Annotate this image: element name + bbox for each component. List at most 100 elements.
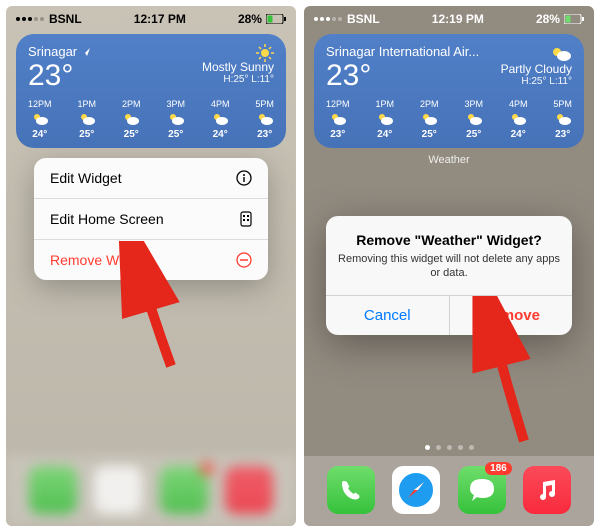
hour-time: 12PM [326,99,350,109]
widget-name-label: Weather [304,154,594,166]
signal-icon [314,17,342,21]
battery-status: 28% [536,12,584,26]
hour-column: 4PM 24° [509,99,528,140]
location-arrow-icon [81,47,91,57]
dialog-title: Remove "Weather" Widget? [338,232,560,248]
music-icon [534,477,560,503]
safari-app[interactable] [94,466,142,514]
weather-widget[interactable]: Srinagar International Air... 23° Partly… [314,34,584,148]
phone-icon [338,477,364,503]
info-icon [236,170,252,186]
edit-widget-item[interactable]: Edit Widget [34,158,268,199]
temperature: 23° [326,61,479,91]
hour-time: 5PM [553,99,572,109]
menu-label: Remove Widget [50,252,150,268]
hourly-forecast: 12PM 24° 1PM 25° 2PM 25° 3PM 25° 4PM 24° 5PM 23° [28,99,274,140]
hour-temp: 23° [330,129,345,140]
hour-temp: 24° [511,129,526,140]
status-bar: BSNL 12:17 PM 28% [6,6,296,30]
partly-cloudy-icon [550,46,572,62]
dock: 186 [304,456,594,526]
badge: 186 [485,462,512,475]
carrier-label: BSNL [347,12,380,26]
hour-time: 4PM [509,99,528,109]
hour-time: 5PM [255,99,274,109]
battery-icon [564,14,584,24]
battery-percent: 28% [536,12,560,26]
page-indicator [304,445,594,450]
hour-temp: 23° [257,129,272,140]
status-bar: BSNL 12:19 PM 28% [304,6,594,30]
hour-column: 2PM 25° [420,99,439,140]
location-label: Srinagar [28,44,91,59]
hour-column: 3PM 25° [166,99,185,140]
hour-temp: 24° [32,129,47,140]
hour-time: 3PM [464,99,483,109]
high-low-label: H:25° L:11° [501,76,572,87]
hour-time: 1PM [375,99,394,109]
hour-time: 2PM [122,99,141,109]
weather-widget[interactable]: Srinagar 23° Mostly Sunny H:25° L:11° 12… [16,34,286,148]
music-app[interactable] [225,466,273,514]
phone-left: BSNL 12:17 PM 28% Srinagar 23° Mostly Su… [6,6,296,526]
menu-label: Edit Home Screen [50,211,164,227]
hour-column: 2PM 25° [122,99,141,140]
hour-temp: 24° [377,129,392,140]
battery-status: 28% [238,12,286,26]
condition-label: Mostly Sunny [202,60,274,74]
hour-column: 5PM 23° [553,99,572,140]
status-left: BSNL [16,12,82,26]
edit-home-item[interactable]: Edit Home Screen [34,199,268,240]
hour-time: 12PM [28,99,52,109]
message-icon [467,476,497,504]
high-low-label: H:25° L:11° [202,74,274,85]
hour-temp: 25° [79,129,94,140]
hour-column: 1PM 24° [375,99,394,140]
signal-icon [16,17,44,21]
battery-percent: 28% [238,12,262,26]
hourly-forecast: 12PM 23° 1PM 24° 2PM 25° 3PM 25° 4PM 24° 5PM 23° [326,99,572,140]
hour-temp: 23° [555,129,570,140]
dialog-message: Removing this widget will not delete any… [338,252,560,281]
safari-app[interactable] [392,466,440,514]
badge: • [200,462,214,475]
hour-temp: 24° [213,129,228,140]
hour-temp: 25° [422,129,437,140]
status-left: BSNL [314,12,380,26]
phone-right: BSNL 12:19 PM 28% Srinagar International… [304,6,594,526]
hour-column: 12PM 24° [28,99,52,140]
clock: 12:17 PM [134,12,186,26]
carrier-label: BSNL [49,12,82,26]
safari-icon [394,468,438,512]
remove-icon [236,252,252,268]
hour-column: 5PM 23° [255,99,274,140]
hour-temp: 25° [466,129,481,140]
phone-app[interactable] [327,466,375,514]
messages-app[interactable]: 186 [458,466,506,514]
hour-time: 3PM [166,99,185,109]
hour-time: 1PM [77,99,96,109]
remove-button[interactable]: Remove [450,296,573,335]
location-label: Srinagar International Air... [326,44,479,59]
hour-time: 4PM [211,99,230,109]
cancel-button[interactable]: Cancel [326,296,450,335]
messages-app[interactable]: • [160,466,208,514]
apps-icon [240,211,252,227]
battery-icon [266,14,286,24]
sun-icon [256,44,274,62]
hour-temp: 25° [168,129,183,140]
hour-column: 3PM 25° [464,99,483,140]
menu-label: Edit Widget [50,170,122,186]
context-menu: Edit Widget Edit Home Screen Remove Widg… [34,158,268,280]
hour-temp: 25° [124,129,139,140]
remove-widget-item[interactable]: Remove Widget [34,240,268,280]
condition-label: Partly Cloudy [501,62,572,76]
phone-app[interactable] [29,466,77,514]
dock: • [6,456,296,526]
hour-column: 1PM 25° [77,99,96,140]
temperature: 23° [28,61,91,91]
hour-column: 4PM 24° [211,99,230,140]
clock: 12:19 PM [432,12,484,26]
music-app[interactable] [523,466,571,514]
hour-time: 2PM [420,99,439,109]
